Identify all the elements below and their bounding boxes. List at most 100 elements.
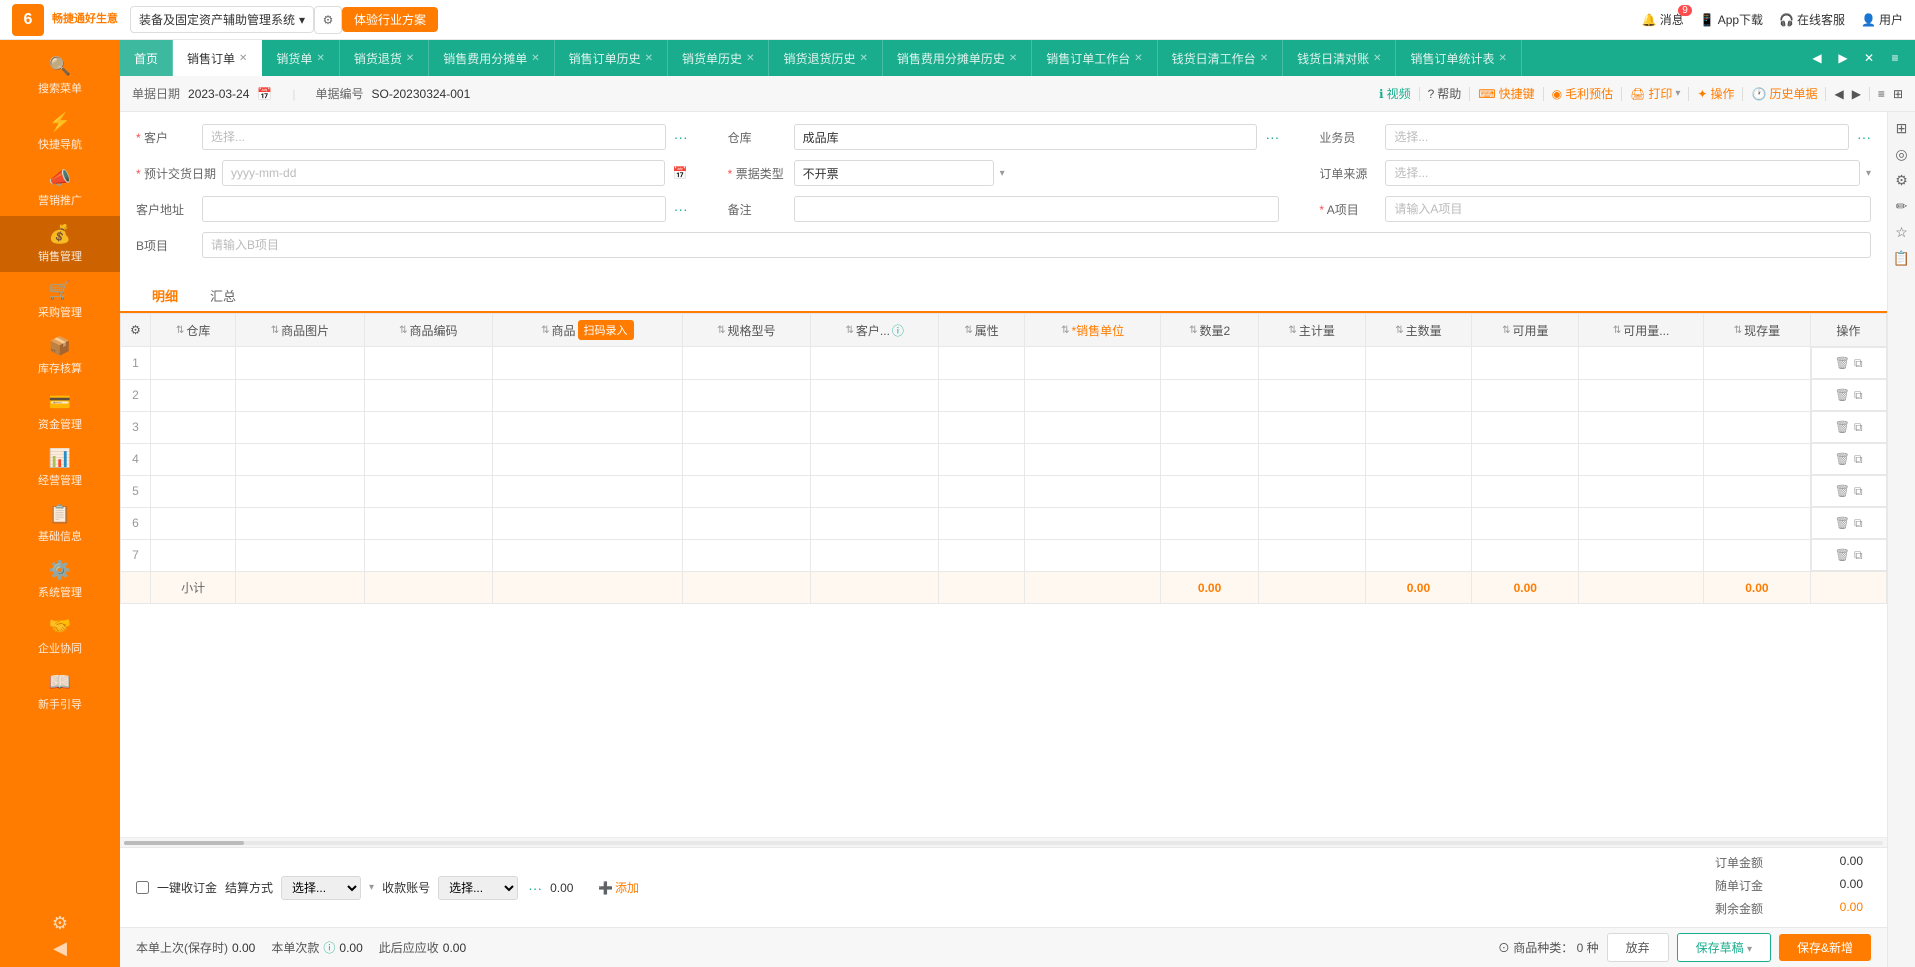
row-1-customer-code[interactable]: [811, 347, 939, 380]
a-project-input[interactable]: [1385, 196, 1871, 222]
sort-icon-stock[interactable]: ⇅: [1734, 325, 1742, 336]
tab-sales-return[interactable]: 销货退货 ✕: [340, 40, 429, 76]
order-source-arrow[interactable]: ▾: [1866, 168, 1871, 179]
save-draft-button[interactable]: 保存草稿 ▾: [1677, 933, 1771, 962]
row-1-available2[interactable]: [1579, 347, 1704, 380]
tab-sales-history[interactable]: 销售订单历史 ✕: [555, 40, 668, 76]
tab-prev-button[interactable]: ◀: [1805, 46, 1829, 70]
calendar-icon[interactable]: 📅: [257, 87, 272, 101]
row-2-main-qty[interactable]: [1365, 379, 1472, 411]
row-2-available2[interactable]: [1579, 379, 1704, 411]
copy-icon-6[interactable]: ⧉: [1854, 516, 1863, 531]
tab-detail[interactable]: 明细: [136, 280, 194, 313]
sort-icon-code[interactable]: ⇅: [399, 325, 407, 336]
row-1-unit[interactable]: [1024, 347, 1161, 380]
row-3-qty2[interactable]: [1161, 411, 1258, 443]
th-code[interactable]: ⇅商品编码: [364, 314, 492, 347]
sort-icon-avail2[interactable]: ⇅: [1613, 325, 1621, 336]
staff-input[interactable]: [1385, 124, 1849, 150]
side-action-3[interactable]: ⚙: [1890, 168, 1914, 192]
row-7-main-qty[interactable]: [1365, 539, 1472, 572]
tab-sales-history-close[interactable]: ✕: [645, 53, 653, 64]
row-2-customer-code[interactable]: [811, 379, 939, 411]
order-source-input[interactable]: [1385, 160, 1860, 186]
row-2-product[interactable]: [493, 379, 683, 411]
delivery-input[interactable]: [222, 160, 665, 186]
operation-button[interactable]: ✦ 操作: [1697, 85, 1734, 102]
side-action-2[interactable]: ◎: [1890, 142, 1914, 166]
row-5-unit[interactable]: [1024, 475, 1161, 507]
row-3-unit[interactable]: [1024, 411, 1161, 443]
account-select[interactable]: 选择...: [438, 876, 518, 900]
row-2-code[interactable]: [364, 379, 492, 411]
warehouse-input[interactable]: [794, 124, 1258, 150]
sort-icon-spec[interactable]: ⇅: [717, 325, 725, 336]
row-5-main-qty[interactable]: [1365, 475, 1472, 507]
warehouse-dots[interactable]: ···: [1265, 129, 1279, 145]
tab-menu-button[interactable]: ≡: [1883, 46, 1907, 70]
row-1-stock[interactable]: [1704, 347, 1811, 380]
sidebar-settings-icon[interactable]: ⚙: [52, 913, 68, 934]
row-6-customer-code[interactable]: [811, 507, 939, 539]
tab-workbench[interactable]: 销售订单工作台 ✕: [1032, 40, 1157, 76]
save-new-button[interactable]: 保存&新增: [1779, 934, 1871, 961]
tab-slip-history[interactable]: 销货单历史 ✕: [668, 40, 769, 76]
tab-return-history-close[interactable]: ✕: [859, 53, 867, 64]
account-dots[interactable]: ···: [528, 880, 542, 896]
delete-icon-2[interactable]: 🗑: [1835, 388, 1850, 402]
row-1-main-qty[interactable]: [1365, 347, 1472, 380]
th-unit[interactable]: ⇅*销售单位: [1024, 314, 1161, 347]
side-action-6[interactable]: 📋: [1890, 246, 1914, 270]
tab-return-history[interactable]: 销货退货历史 ✕: [769, 40, 882, 76]
shortcut-button[interactable]: ⌨ 快捷键: [1478, 85, 1534, 102]
row-3-main-qty[interactable]: [1365, 411, 1472, 443]
row-6-available[interactable]: [1472, 507, 1579, 539]
row-1-image[interactable]: [236, 347, 364, 380]
row-3-available2[interactable]: [1579, 411, 1704, 443]
row-5-product[interactable]: [493, 475, 683, 507]
sort-icon-munit[interactable]: ⇅: [1288, 325, 1296, 336]
remark-input[interactable]: [794, 196, 1280, 222]
tab-sales-slip[interactable]: 销货单 ✕: [262, 40, 339, 76]
history-button[interactable]: 🕐 历史单据: [1751, 85, 1817, 102]
th-customer-code[interactable]: ⇅客户...ⓘ: [811, 314, 939, 347]
row-7-action[interactable]: 🗑⧉: [1811, 539, 1887, 571]
row-4-code[interactable]: [364, 443, 492, 475]
row-7-qty2[interactable]: [1161, 539, 1258, 572]
copy-icon-2[interactable]: ⧉: [1854, 388, 1863, 403]
th-available2[interactable]: ⇅可用量...: [1579, 314, 1704, 347]
sort-icon-warehouse[interactable]: ⇅: [176, 325, 184, 336]
row-7-attr[interactable]: [939, 539, 1024, 572]
scan-button[interactable]: 扫码录入: [578, 320, 634, 340]
row-6-product[interactable]: [493, 507, 683, 539]
tab-sales-order-close[interactable]: ✕: [239, 53, 247, 64]
tab-sales-slip-close[interactable]: ✕: [316, 53, 324, 64]
row-4-warehouse[interactable]: [151, 443, 236, 475]
row-4-main-qty[interactable]: [1365, 443, 1472, 475]
row-5-stock[interactable]: [1704, 475, 1811, 507]
sort-icon-qty2[interactable]: ⇅: [1189, 325, 1197, 336]
th-stock[interactable]: ⇅现存量: [1704, 314, 1811, 347]
row-1-main-unit[interactable]: [1258, 347, 1365, 380]
tab-sales-order[interactable]: 销售订单 ✕: [173, 40, 262, 76]
th-settings[interactable]: ⚙: [121, 314, 151, 347]
sidebar-item-marketing[interactable]: 📣 营销推广: [0, 160, 120, 216]
app-download-button[interactable]: 📱 App下载: [1700, 11, 1763, 28]
row-1-spec[interactable]: [682, 347, 810, 380]
row-7-unit[interactable]: [1024, 539, 1161, 572]
row-2-attr[interactable]: [939, 379, 1024, 411]
row-4-available2[interactable]: [1579, 443, 1704, 475]
row-5-main-unit[interactable]: [1258, 475, 1365, 507]
sort-icon-avail[interactable]: ⇅: [1502, 325, 1510, 336]
sidebar-item-collab[interactable]: 🤝 企业协同: [0, 608, 120, 664]
row-1-product[interactable]: [493, 347, 683, 380]
row-6-image[interactable]: [236, 507, 364, 539]
help-button[interactable]: ? 帮助: [1428, 85, 1462, 102]
row-5-attr[interactable]: [939, 475, 1024, 507]
address-input[interactable]: [202, 196, 666, 222]
customer-dots[interactable]: ···: [674, 129, 688, 145]
sort-icon-image[interactable]: ⇅: [271, 325, 279, 336]
row-3-warehouse[interactable]: [151, 411, 236, 443]
copy-icon-4[interactable]: ⧉: [1854, 452, 1863, 467]
sidebar-collapse-icon[interactable]: ◀: [53, 938, 67, 959]
